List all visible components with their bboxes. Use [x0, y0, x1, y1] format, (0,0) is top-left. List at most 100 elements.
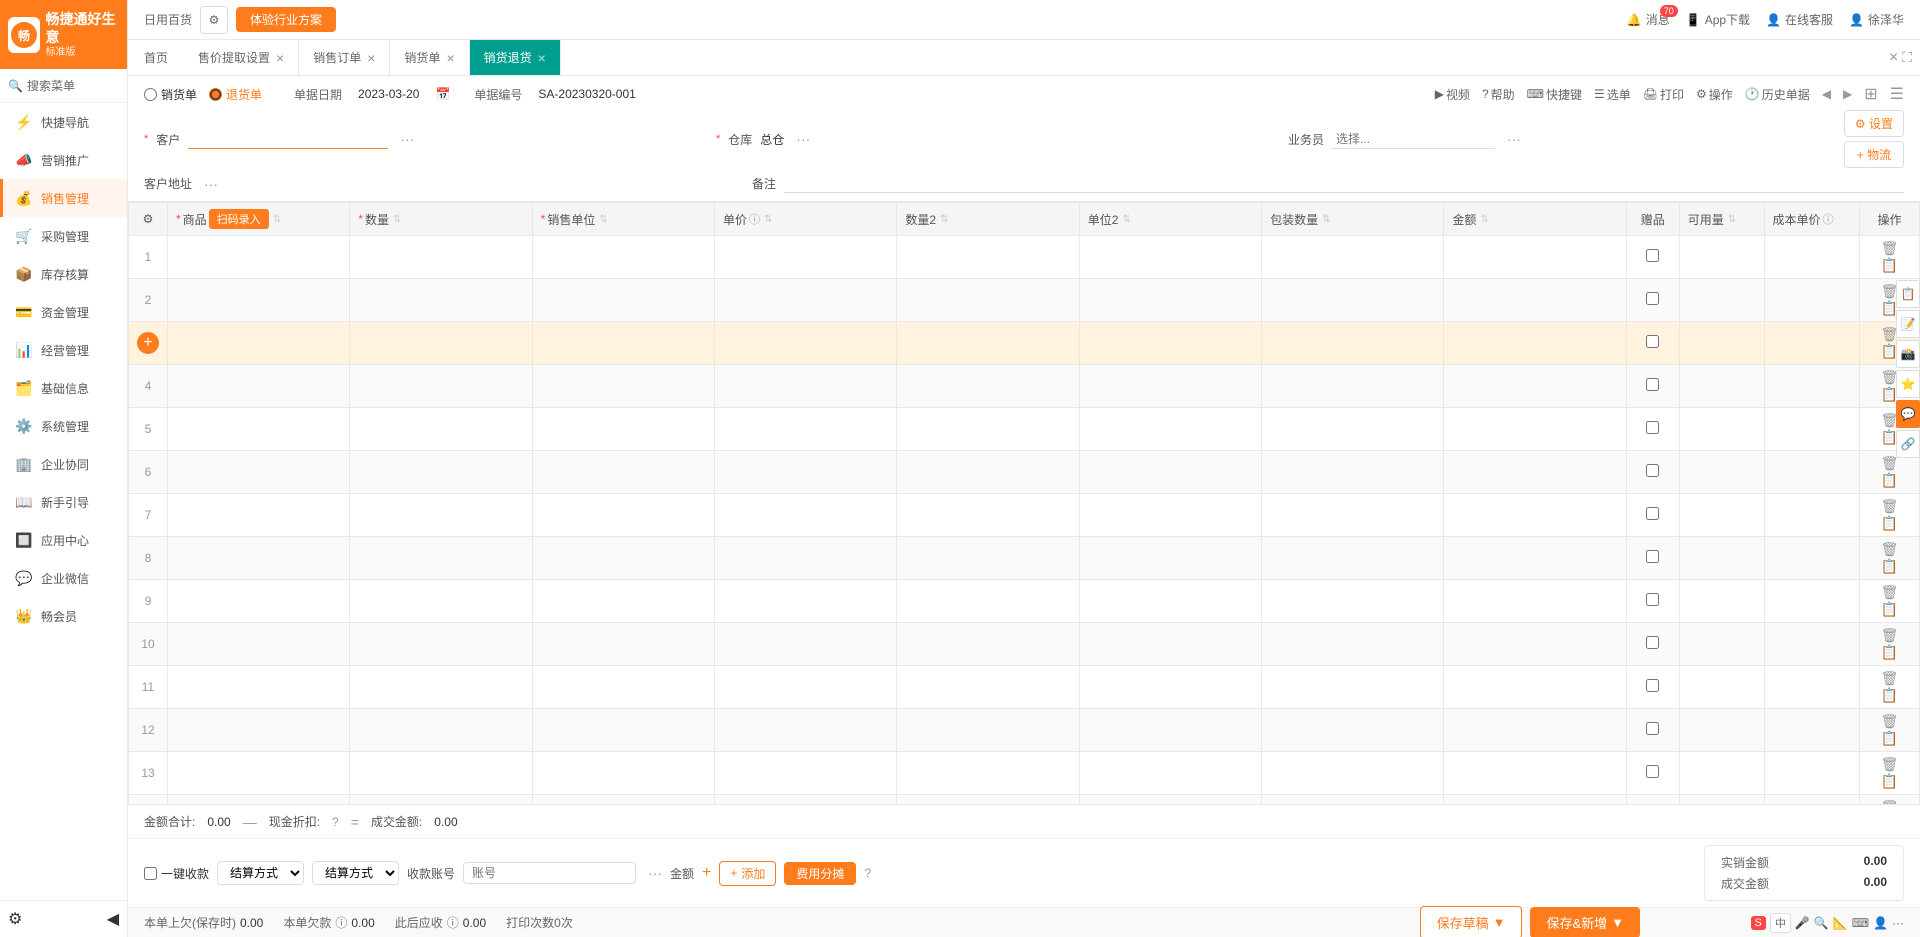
pkg-cell[interactable]	[1262, 279, 1444, 322]
next-doc-button[interactable]: ▶	[1843, 87, 1852, 101]
qty-cell[interactable]	[350, 279, 532, 322]
gift-checkbox[interactable]	[1646, 550, 1659, 563]
sidebar-item-system[interactable]: ⚙️ 系统管理	[0, 407, 127, 445]
cost-info-icon[interactable]: ⓘ	[1823, 211, 1834, 227]
unit2-cell-active[interactable]	[1079, 322, 1261, 365]
close-tab-button[interactable]: ×	[1889, 49, 1898, 67]
tab-home[interactable]: 首页	[128, 40, 184, 75]
collapse-icon[interactable]: ◀	[107, 909, 119, 929]
unit-cell[interactable]	[532, 236, 714, 279]
ime-icon-person[interactable]: 👤	[1873, 916, 1888, 930]
gift-checkbox[interactable]	[1646, 679, 1659, 692]
copy-row-icon[interactable]: 📋	[1881, 730, 1898, 746]
right-tool-5[interactable]: 💬	[1896, 400, 1920, 428]
tab-close-icon[interactable]: ×	[276, 51, 284, 65]
status-info-icon[interactable]: ⓘ	[335, 914, 347, 931]
ime-icon-formula[interactable]: 📐	[1833, 916, 1848, 930]
unit2-input[interactable]	[1088, 250, 1253, 264]
gift-checkbox[interactable]	[1646, 378, 1659, 391]
qty-cell[interactable]	[350, 236, 532, 279]
toolbar-help[interactable]: ? 帮助	[1482, 86, 1515, 103]
toolbar-operate[interactable]: ⚙ 操作	[1696, 86, 1733, 103]
save-new-button[interactable]: 保存&新增 ▼	[1530, 907, 1640, 937]
account-dots-button[interactable]: ···	[648, 865, 662, 881]
sidebar-item-inventory[interactable]: 📦 库存核算	[0, 255, 127, 293]
tab-close-icon[interactable]: ×	[367, 51, 375, 65]
right-tool-1[interactable]: 📋	[1896, 280, 1920, 308]
ime-icon-keyboard[interactable]: ⌨	[1852, 916, 1869, 930]
price-cell-active[interactable]	[715, 322, 897, 365]
radio-sales-bill[interactable]: 销货单	[144, 86, 197, 103]
qty-sort-icon[interactable]: ⇅	[393, 214, 401, 225]
product-cell[interactable]	[168, 279, 350, 322]
customer-input[interactable]	[188, 130, 388, 149]
toolbar-video[interactable]: ▶ 视频	[1435, 86, 1470, 103]
product-input[interactable]	[176, 250, 341, 264]
ime-icon-scan[interactable]: 🔍	[1814, 916, 1829, 930]
product-input[interactable]	[176, 293, 341, 307]
sidebar-item-apps[interactable]: 🔲 应用中心	[0, 521, 127, 559]
qty2-cell[interactable]	[897, 279, 1079, 322]
sidebar-item-quicknav[interactable]: ⚡ 快捷导航	[0, 103, 127, 141]
list-view-icon[interactable]: ☰	[1890, 84, 1904, 104]
right-tool-4[interactable]: ⭐	[1896, 370, 1920, 398]
delete-row-icon[interactable]: 🗑	[1881, 584, 1899, 600]
question-icon[interactable]: ?	[332, 815, 339, 829]
prev-doc-button[interactable]: ◀	[1822, 87, 1831, 101]
add-button[interactable]: + 添加	[719, 861, 776, 886]
salesperson-dots-button[interactable]: ···	[1507, 131, 1521, 147]
expand-tab-button[interactable]: ⛶	[1902, 49, 1912, 66]
product-cell-active[interactable]	[168, 322, 350, 365]
toolbar-shortcut[interactable]: ⌨ 快捷键	[1527, 86, 1582, 103]
amount-cell-active[interactable]	[1444, 322, 1626, 365]
experience-button[interactable]: 体验行业方案	[236, 7, 336, 32]
gift-cell[interactable]	[1626, 279, 1679, 322]
tab-price-extract[interactable]: 售价提取设置 ×	[184, 40, 299, 75]
delete-row-icon[interactable]: 🗑	[1881, 240, 1899, 256]
gift-checkbox[interactable]	[1646, 507, 1659, 520]
tab-close-icon[interactable]: ×	[446, 51, 454, 65]
price-cell[interactable]	[715, 236, 897, 279]
pkg-cell[interactable]	[1262, 236, 1444, 279]
sidebar-item-basic[interactable]: 🗂️ 基础信息	[0, 369, 127, 407]
copy-row-icon[interactable]: 📋	[1881, 558, 1898, 574]
toolbar-history[interactable]: 🕐 历史单据	[1745, 86, 1810, 103]
qty2-sort-icon[interactable]: ⇅	[940, 214, 948, 225]
navbar-gear-button[interactable]: ⚙	[200, 6, 228, 34]
gift-checkbox[interactable]	[1646, 421, 1659, 434]
delete-row-icon[interactable]: 🗑	[1881, 541, 1899, 557]
sidebar-item-guide[interactable]: 📖 新手引导	[0, 483, 127, 521]
product-sort-icon[interactable]: ⇅	[273, 214, 281, 225]
right-tool-2[interactable]: 📝	[1896, 310, 1920, 338]
sidebar-item-operation[interactable]: 📊 经营管理	[0, 331, 127, 369]
copy-row-icon[interactable]: 📋	[1881, 515, 1898, 531]
delete-row-icon[interactable]: 🗑	[1881, 498, 1899, 514]
add-payment-icon[interactable]: +	[702, 864, 711, 882]
gift-checkbox[interactable]	[1646, 292, 1659, 305]
status-info-icon-2[interactable]: ⓘ	[447, 914, 459, 931]
sidebar-search[interactable]: 🔍 搜索菜单	[0, 69, 127, 103]
sidebar-item-sales[interactable]: 💰 销售管理	[0, 179, 127, 217]
price-sort-icon[interactable]: ⇅	[764, 214, 772, 225]
add-row-button[interactable]: +	[137, 332, 159, 354]
price-cell[interactable]	[715, 279, 897, 322]
gift-checkbox[interactable]	[1646, 636, 1659, 649]
gift-cell-active[interactable]	[1626, 322, 1679, 365]
copy-row-icon[interactable]: 📋	[1881, 644, 1898, 660]
gift-cell[interactable]	[1626, 236, 1679, 279]
sidebar-item-enterprise[interactable]: 🏢 企业协同	[0, 445, 127, 483]
unit2-cell[interactable]	[1079, 236, 1261, 279]
settings-icon[interactable]: ⚙	[8, 909, 22, 929]
qty2-cell-active[interactable]	[897, 322, 1079, 365]
unit-cell[interactable]	[532, 279, 714, 322]
tab-sales-order[interactable]: 销售订单 ×	[299, 40, 390, 75]
product-input-active[interactable]	[176, 336, 341, 350]
save-draft-button[interactable]: 保存草稿 ▼	[1420, 906, 1523, 937]
salesperson-input[interactable]	[1332, 130, 1495, 149]
price-info-icon[interactable]: ⓘ	[749, 211, 760, 227]
sidebar-item-member[interactable]: 👑 畅会员	[0, 597, 127, 635]
sidebar-item-purchase[interactable]: 🛒 采购管理	[0, 217, 127, 255]
qty-cell-active[interactable]	[350, 322, 532, 365]
account-input[interactable]	[463, 862, 636, 884]
app-download-button[interactable]: 📱 App下载	[1686, 11, 1750, 28]
